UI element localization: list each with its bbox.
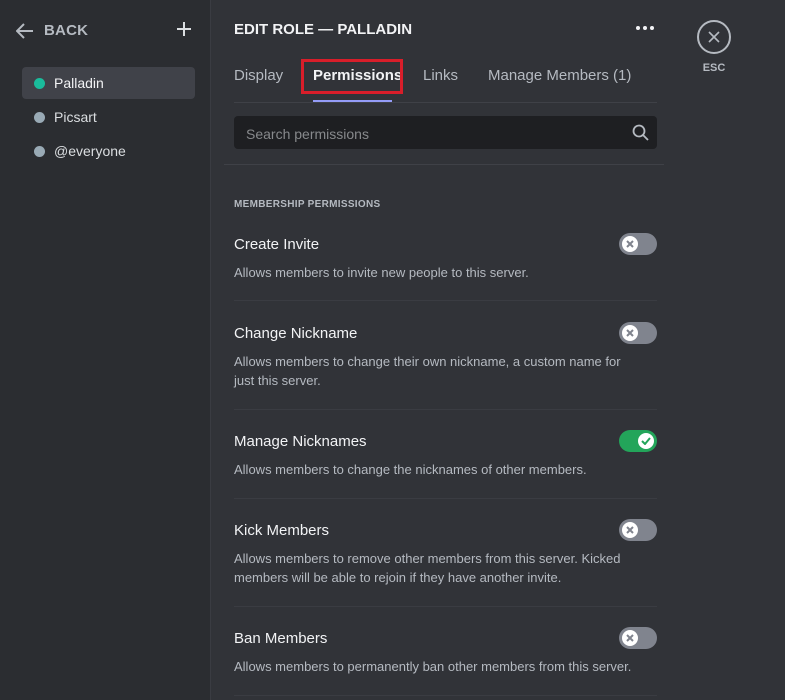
role-color-dot [34, 145, 45, 157]
role-name: Palladin [54, 75, 104, 91]
role-name: @everyone [54, 143, 126, 159]
x-icon [626, 634, 634, 642]
divider [234, 498, 657, 499]
back-button[interactable]: BACK [16, 22, 88, 39]
permission-name: Manage Nicknames [234, 433, 367, 450]
close-icon [708, 31, 720, 43]
more-dot-icon [636, 26, 640, 30]
permission-description: Allows members to invite new people to t… [234, 265, 529, 280]
divider [234, 606, 657, 607]
role-item-palladin[interactable]: Palladin [22, 67, 195, 99]
toggle-knob [622, 630, 638, 646]
search-bar [234, 116, 657, 151]
check-icon [641, 437, 651, 445]
search-icon[interactable] [632, 124, 649, 141]
permission-name: Kick Members [234, 522, 330, 539]
role-color-dot [34, 111, 45, 123]
x-icon [626, 526, 634, 534]
divider [234, 409, 657, 410]
close-button[interactable]: ESC [697, 20, 731, 74]
esc-label: ESC [702, 62, 726, 74]
toggle-knob [638, 433, 654, 449]
role-item-everyone[interactable]: @everyone [22, 135, 195, 167]
page-title: EDIT ROLE — PALLADIN [234, 21, 413, 38]
divider [224, 164, 664, 165]
role-list: Palladin Picsart @everyone [22, 67, 195, 169]
role-name: Picsart [54, 109, 97, 125]
divider [234, 300, 657, 301]
add-role-button[interactable] [176, 21, 192, 42]
permission-description: Allows members to change the nicknames o… [234, 462, 587, 477]
permission-toggle[interactable] [619, 519, 657, 541]
plus-icon [177, 22, 191, 36]
close-circle [697, 20, 731, 54]
arrow-left-icon [16, 22, 33, 39]
section-title: MEMBERSHIP PERMISSIONS [234, 199, 381, 210]
permission-description: Allows members to change their own nickn… [234, 354, 621, 388]
tab-display[interactable]: Display [234, 67, 283, 84]
toggle-knob [622, 236, 638, 252]
back-label: BACK [44, 22, 89, 39]
more-dot-icon [650, 26, 654, 30]
tab-bar: Display Permissions Links Manage Members… [234, 59, 657, 103]
active-tab-indicator [313, 100, 392, 102]
more-dot-icon [643, 26, 647, 30]
permission-description: Allows members to permanently ban other … [234, 659, 632, 674]
highlight-annotation-box [301, 59, 403, 94]
permission-toggle[interactable] [619, 627, 657, 649]
role-color-dot [34, 77, 45, 89]
role-item-picsart[interactable]: Picsart [22, 101, 195, 133]
x-icon [626, 240, 634, 248]
roles-sidebar: BACK Palladin Picsart @everyone [0, 0, 210, 700]
more-options-button[interactable] [636, 26, 654, 30]
permission-name: Change Nickname [234, 325, 358, 342]
sidebar-divider [210, 0, 211, 700]
permission-toggle[interactable] [619, 322, 657, 344]
divider [234, 695, 657, 696]
permission-toggle[interactable] [619, 233, 657, 255]
search-permissions-input[interactable] [244, 116, 618, 151]
toggle-knob [622, 522, 638, 538]
tab-links[interactable]: Links [423, 67, 458, 84]
toggle-knob [622, 325, 638, 341]
permission-toggle[interactable] [619, 430, 657, 452]
permission-name: Ban Members [234, 630, 328, 647]
tab-manage-members[interactable]: Manage Members (1) [488, 67, 631, 84]
x-icon [626, 329, 634, 337]
permission-description: Allows members to remove other members f… [234, 551, 621, 585]
permission-name: Create Invite [234, 236, 320, 253]
